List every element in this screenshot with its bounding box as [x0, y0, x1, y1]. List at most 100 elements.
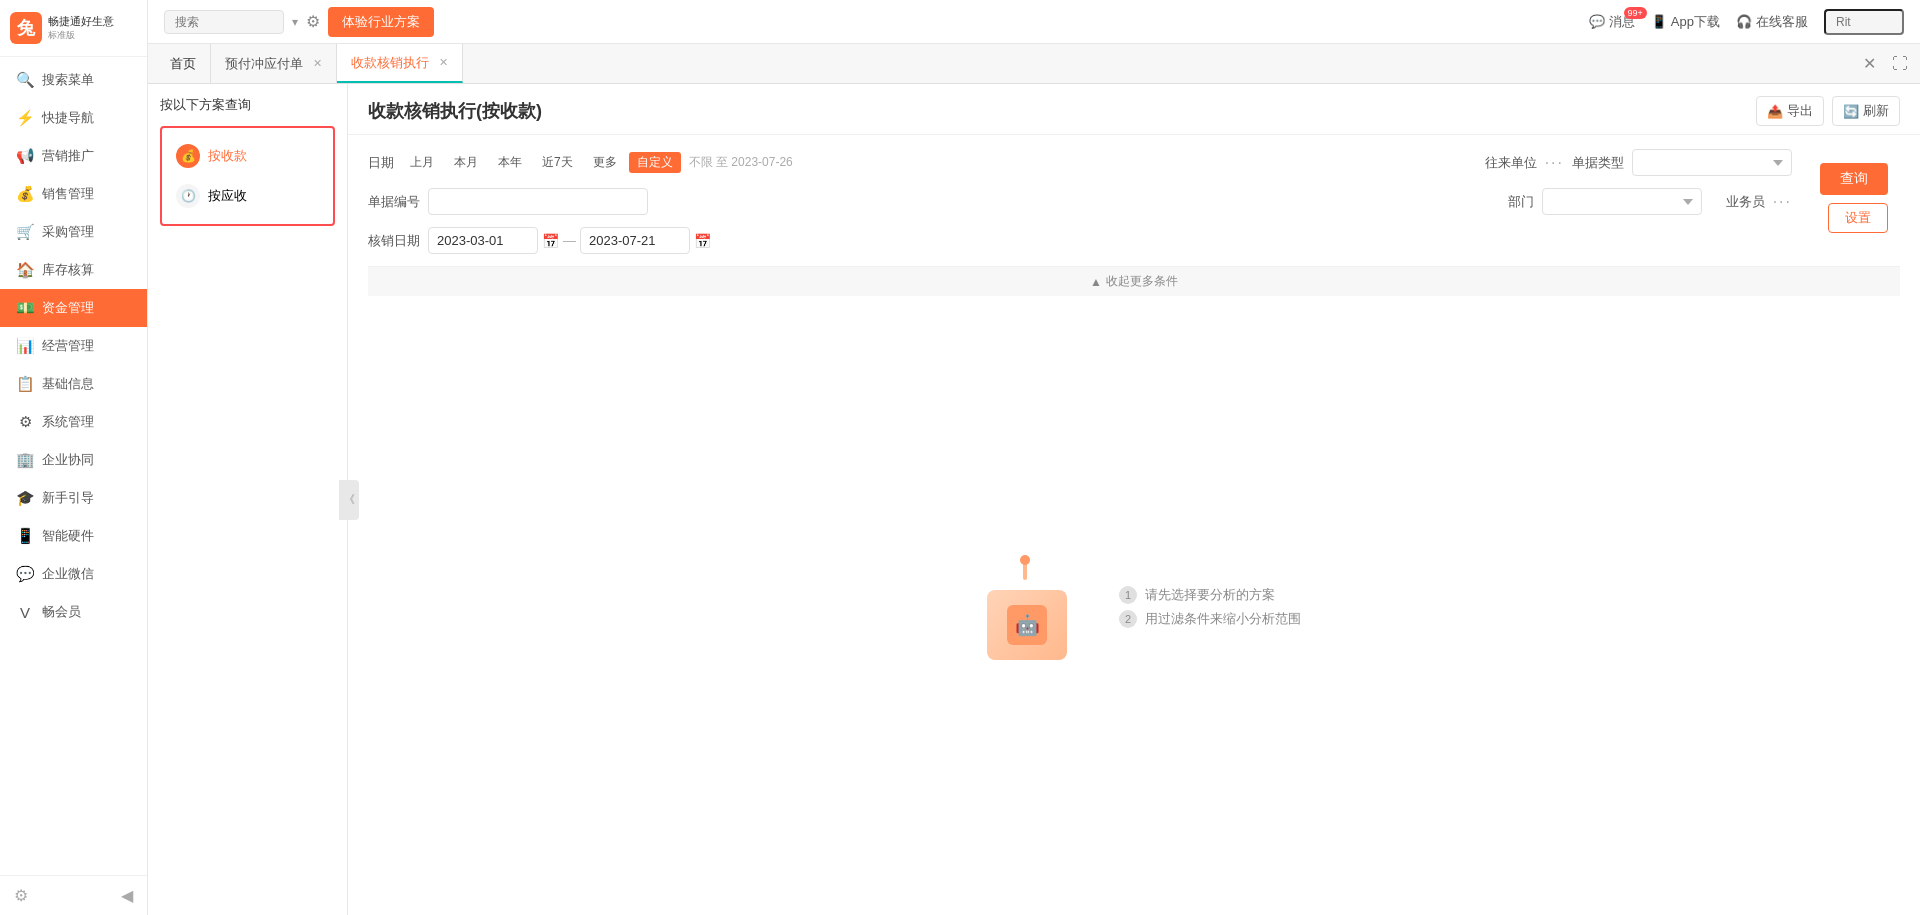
- app-logo: 兔 畅捷通好生意 标准版: [0, 0, 147, 57]
- tab-prepay-close[interactable]: ✕: [313, 57, 322, 70]
- sidebar-item-sales[interactable]: 💰 销售管理: [0, 175, 147, 213]
- tab-collection-close[interactable]: ✕: [439, 56, 448, 69]
- dept-select[interactable]: [1542, 188, 1702, 215]
- tab-prepay-label: 预付冲应付单: [225, 55, 303, 73]
- tab-home[interactable]: 首页: [156, 44, 211, 83]
- hardware-icon: 📱: [16, 527, 34, 545]
- date-range-display: 不限 至 2023-07-26: [689, 154, 793, 171]
- sidebar-item-system[interactable]: ⚙ 系统管理: [0, 403, 147, 441]
- filter-row-3: 核销日期 📅 — 📅: [368, 227, 1792, 254]
- sidebar-item-enterprise[interactable]: 🏢 企业协同: [0, 441, 147, 479]
- tab-collection[interactable]: 收款核销执行 ✕: [337, 44, 463, 83]
- refresh-icon: 🔄: [1843, 104, 1859, 119]
- counterparty-label: 往来单位: [1485, 154, 1537, 172]
- logo-icon: 兔: [10, 12, 42, 44]
- writeoff-date-range: 📅 — 📅: [428, 227, 711, 254]
- dept-label: 部门: [1508, 193, 1534, 211]
- purchase-icon: 🛒: [16, 223, 34, 241]
- calendar-start-icon[interactable]: 📅: [542, 233, 559, 249]
- wechat-icon: 💬: [16, 565, 34, 583]
- more-date-btn[interactable]: 更多: [585, 152, 625, 173]
- settings-button[interactable]: 设置: [1828, 203, 1888, 233]
- chevron-down-icon[interactable]: ▾: [292, 15, 298, 29]
- filter-option-receipt[interactable]: 💰 按收款: [170, 136, 325, 176]
- quicknav-icon: ⚡: [16, 109, 34, 127]
- receipt-option-icon: 💰: [176, 144, 200, 168]
- online-service-button[interactable]: 🎧 在线客服: [1736, 13, 1808, 31]
- sidebar-item-inventory[interactable]: 🏠 库存核算: [0, 251, 147, 289]
- query-button[interactable]: 查询: [1820, 163, 1888, 195]
- doc-type-label: 单据类型: [1572, 154, 1624, 172]
- sidebar-item-finance[interactable]: 💵 资金管理: [0, 289, 147, 327]
- sidebar-item-member[interactable]: V 畅会员: [0, 593, 147, 631]
- sidebar-item-hardware[interactable]: 📱 智能硬件: [0, 517, 147, 555]
- tab-prepay[interactable]: 预付冲应付单 ✕: [211, 44, 337, 83]
- filter-sidebar-title: 按以下方案查询: [160, 96, 335, 114]
- sidebar-item-basic[interactable]: 📋 基础信息: [0, 365, 147, 403]
- message-button[interactable]: 💬 消息 99+: [1589, 13, 1635, 31]
- empty-illustration: 🤖: [967, 560, 1087, 660]
- salesperson-filter-field: 业务员 ···: [1726, 193, 1792, 211]
- sidebar-item-wechat[interactable]: 💬 企业微信: [0, 555, 147, 593]
- content-area: 收款核销执行(按收款) 📤 导出 🔄 刷新: [348, 84, 1920, 915]
- main-area: ▾ ⚙ 体验行业方案 💬 消息 99+ 📱 App下载 🎧 在线客服 首页: [148, 0, 1920, 915]
- enterprise-icon: 🏢: [16, 451, 34, 469]
- salesperson-more-dots[interactable]: ···: [1773, 193, 1792, 211]
- receipt-option-label: 按收款: [208, 147, 247, 165]
- calendar-end-icon[interactable]: 📅: [694, 233, 711, 249]
- tab-expand-icon[interactable]: ⛶: [1888, 55, 1912, 73]
- sidebar-item-marketing[interactable]: 📢 营销推广: [0, 137, 147, 175]
- sidebar: 兔 畅捷通好生意 标准版 🔍 搜索菜单 ⚡ 快捷导航 📢 营销推广 💰 销售管理…: [0, 0, 148, 915]
- doc-type-select[interactable]: [1632, 149, 1792, 176]
- management-icon: 📊: [16, 337, 34, 355]
- export-icon: 📤: [1767, 104, 1783, 119]
- member-icon: V: [16, 604, 34, 621]
- export-button[interactable]: 📤 导出: [1756, 96, 1824, 126]
- salesperson-label: 业务员: [1726, 193, 1765, 211]
- sidebar-item-search[interactable]: 🔍 搜索菜单: [0, 61, 147, 99]
- this-year-btn[interactable]: 本年: [490, 152, 530, 173]
- last-month-btn[interactable]: 上月: [402, 152, 442, 173]
- filter-option-receivable[interactable]: 🕐 按应收: [170, 176, 325, 216]
- collapse-sidebar-icon[interactable]: ◀: [121, 886, 133, 905]
- app-download-button[interactable]: 📱 App下载: [1651, 13, 1720, 31]
- settings-bottom-icon[interactable]: ⚙: [14, 886, 28, 905]
- writeoff-end-input[interactable]: [580, 227, 690, 254]
- robot-antenna: [1023, 560, 1027, 580]
- writeoff-date-label: 核销日期: [368, 232, 420, 250]
- system-icon: ⚙: [16, 413, 34, 431]
- tab-close-all-icon[interactable]: ✕: [1859, 54, 1880, 73]
- empty-state: 🤖 1 请先选择要分析的方案 2 用过滤条件来缩小分析范围: [348, 304, 1920, 915]
- basic-icon: 📋: [16, 375, 34, 393]
- collapse-more-btn[interactable]: ▲ 收起更多条件: [368, 266, 1900, 296]
- brand-search-input[interactable]: [164, 10, 284, 34]
- sidebar-item-quicknav[interactable]: ⚡ 快捷导航: [0, 99, 147, 137]
- sales-icon: 💰: [16, 185, 34, 203]
- last-7days-btn[interactable]: 近7天: [534, 152, 581, 173]
- custom-date-btn[interactable]: 自定义: [629, 152, 681, 173]
- tab-bar-controls: ✕ ⛶: [1859, 54, 1912, 73]
- this-month-btn[interactable]: 本月: [446, 152, 486, 173]
- industry-solution-button[interactable]: 体验行业方案: [328, 7, 434, 37]
- marketing-icon: 📢: [16, 147, 34, 165]
- sidebar-nav: 🔍 搜索菜单 ⚡ 快捷导航 📢 营销推广 💰 销售管理 🛒 采购管理 🏠 库存核…: [0, 57, 147, 875]
- service-icon: 🎧: [1736, 14, 1752, 29]
- doc-num-input[interactable]: [428, 188, 648, 215]
- date-label: 日期: [368, 154, 394, 172]
- sidebar-item-management[interactable]: 📊 经营管理: [0, 327, 147, 365]
- sidebar-item-guide[interactable]: 🎓 新手引导: [0, 479, 147, 517]
- sidebar-item-purchase[interactable]: 🛒 采购管理: [0, 213, 147, 251]
- filter-row-1: 日期 上月 本月 本年 近7天 更多 自定义: [368, 149, 1792, 176]
- page-header: 收款核销执行(按收款) 📤 导出 🔄 刷新: [348, 84, 1920, 135]
- refresh-button[interactable]: 🔄 刷新: [1832, 96, 1900, 126]
- writeoff-start-input[interactable]: [428, 227, 538, 254]
- sidebar-bottom: ⚙ ◀: [0, 875, 147, 915]
- settings-gear-icon[interactable]: ⚙: [306, 12, 320, 31]
- counterparty-more-dots[interactable]: ···: [1545, 154, 1564, 172]
- app-icon: 📱: [1651, 14, 1667, 29]
- filter-sidebar-collapse[interactable]: 《: [339, 480, 359, 520]
- filter-row-2: 单据编号 部门: [368, 188, 1792, 215]
- inventory-icon: 🏠: [16, 261, 34, 279]
- guide-icon: 🎓: [16, 489, 34, 507]
- tab-bar: 首页 预付冲应付单 ✕ 收款核销执行 ✕ ✕ ⛶: [148, 44, 1920, 84]
